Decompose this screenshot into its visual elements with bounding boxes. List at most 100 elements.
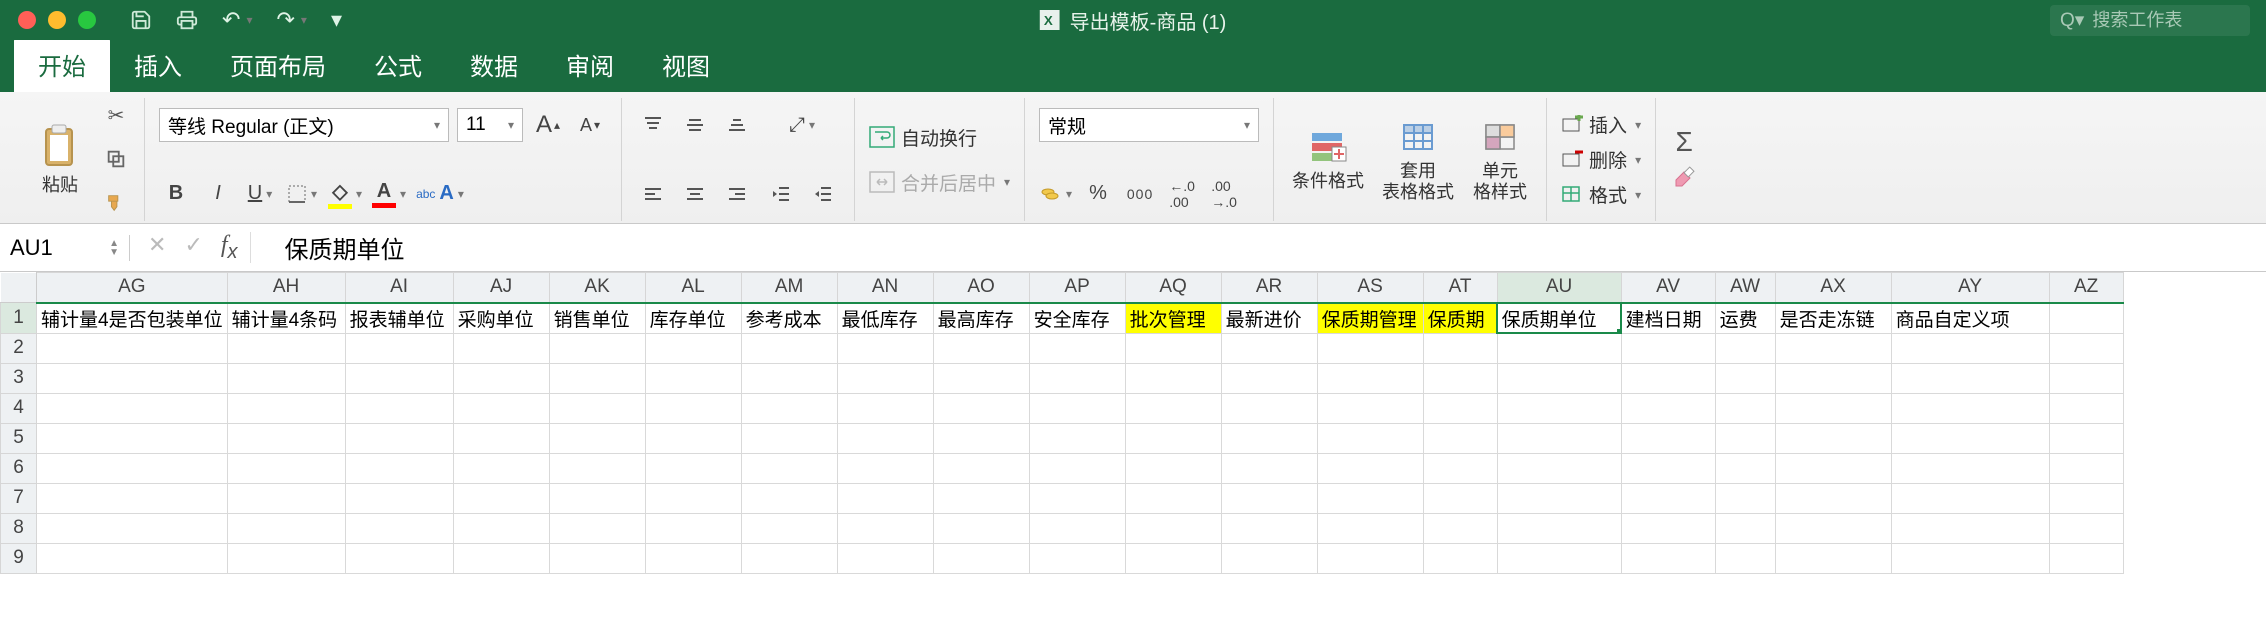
cell-AO3[interactable] <box>933 363 1029 393</box>
cell-AG2[interactable] <box>37 333 228 363</box>
cell-AT2[interactable] <box>1423 333 1497 363</box>
column-header-AX[interactable]: AX <box>1775 273 1891 303</box>
cell-AH3[interactable] <box>227 363 345 393</box>
row-header-7[interactable]: 7 <box>1 483 37 513</box>
cell-AW2[interactable] <box>1715 333 1775 363</box>
border-button[interactable]: ▾ <box>285 177 319 211</box>
column-header-AU[interactable]: AU <box>1497 273 1621 303</box>
print-icon[interactable] <box>176 9 198 31</box>
cell-AZ5[interactable] <box>2049 423 2123 453</box>
cell-AM7[interactable] <box>741 483 837 513</box>
cell-AP4[interactable] <box>1029 393 1125 423</box>
cell-AN3[interactable] <box>837 363 933 393</box>
cell-AH9[interactable] <box>227 543 345 573</box>
cell-AZ8[interactable] <box>2049 513 2123 543</box>
row-header-5[interactable]: 5 <box>1 423 37 453</box>
orientation-button[interactable]: ⤢▾ <box>764 108 840 142</box>
cell-AI8[interactable] <box>345 513 453 543</box>
cell-styles-button[interactable]: 单元 格样式 <box>1468 98 1532 221</box>
sheet-search[interactable]: Q▾ <box>2050 5 2250 36</box>
cell-AJ7[interactable] <box>453 483 549 513</box>
cell-AS8[interactable] <box>1317 513 1423 543</box>
cell-AU1[interactable]: 保质期单位 <box>1497 303 1621 334</box>
column-header-AT[interactable]: AT <box>1423 273 1497 303</box>
cell-AS2[interactable] <box>1317 333 1423 363</box>
cell-AK7[interactable] <box>549 483 645 513</box>
cell-AP1[interactable]: 安全库存 <box>1029 303 1125 334</box>
cell-AT1[interactable]: 保质期 <box>1423 303 1497 334</box>
cell-AJ5[interactable] <box>453 423 549 453</box>
cell-AS5[interactable] <box>1317 423 1423 453</box>
cell-AK8[interactable] <box>549 513 645 543</box>
undo-icon[interactable]: ↶ ▾ <box>222 7 252 33</box>
cell-AR1[interactable]: 最新进价 <box>1221 303 1317 334</box>
qat-customize-icon[interactable]: ▾ <box>331 7 342 33</box>
cell-AP2[interactable] <box>1029 333 1125 363</box>
number-format-select[interactable]: 常规▾ <box>1039 108 1259 142</box>
cell-AR7[interactable] <box>1221 483 1317 513</box>
cell-AQ5[interactable] <box>1125 423 1221 453</box>
cell-AU4[interactable] <box>1497 393 1621 423</box>
cell-AT8[interactable] <box>1423 513 1497 543</box>
column-header-AP[interactable]: AP <box>1029 273 1125 303</box>
cell-AU8[interactable] <box>1497 513 1621 543</box>
column-header-AI[interactable]: AI <box>345 273 453 303</box>
column-header-AM[interactable]: AM <box>741 273 837 303</box>
cell-AN8[interactable] <box>837 513 933 543</box>
cell-AN1[interactable]: 最低库存 <box>837 303 933 334</box>
cell-AW6[interactable] <box>1715 453 1775 483</box>
fx-icon[interactable]: fx <box>221 232 251 264</box>
cell-AX3[interactable] <box>1775 363 1891 393</box>
cell-AK3[interactable] <box>549 363 645 393</box>
cell-AO7[interactable] <box>933 483 1029 513</box>
cell-AY8[interactable] <box>1891 513 2049 543</box>
cell-AW1[interactable]: 运费 <box>1715 303 1775 334</box>
cell-AH2[interactable] <box>227 333 345 363</box>
cell-AQ3[interactable] <box>1125 363 1221 393</box>
delete-cells-button[interactable]: 删除▾ <box>1561 146 1641 173</box>
cell-AL6[interactable] <box>645 453 741 483</box>
cell-AM4[interactable] <box>741 393 837 423</box>
cell-AX1[interactable]: 是否走冻链 <box>1775 303 1891 334</box>
cell-AY3[interactable] <box>1891 363 2049 393</box>
cell-AG5[interactable] <box>37 423 228 453</box>
cell-AV2[interactable] <box>1621 333 1715 363</box>
cell-AS7[interactable] <box>1317 483 1423 513</box>
minimize-window-button[interactable] <box>48 11 66 29</box>
cell-AH1[interactable]: 辅计量4条码 <box>227 303 345 334</box>
cell-AT4[interactable] <box>1423 393 1497 423</box>
cell-AX2[interactable] <box>1775 333 1891 363</box>
formula-input[interactable]: 保质期单位 <box>281 230 405 265</box>
cell-AK6[interactable] <box>549 453 645 483</box>
cell-AG7[interactable] <box>37 483 228 513</box>
align-middle-button[interactable] <box>678 108 712 142</box>
column-header-AN[interactable]: AN <box>837 273 933 303</box>
tab-data[interactable]: 数据 <box>446 37 542 92</box>
select-all-corner[interactable] <box>1 273 37 303</box>
spreadsheet-grid[interactable]: AGAHAIAJAKALAMANAOAPAQARASATAUAVAWAXAYAZ… <box>0 272 2266 574</box>
format-cells-button[interactable]: 格式▾ <box>1561 181 1641 208</box>
cell-AQ9[interactable] <box>1125 543 1221 573</box>
cell-AK9[interactable] <box>549 543 645 573</box>
cell-AL2[interactable] <box>645 333 741 363</box>
cell-AJ3[interactable] <box>453 363 549 393</box>
cell-AV6[interactable] <box>1621 453 1715 483</box>
cell-AO2[interactable] <box>933 333 1029 363</box>
cell-AR5[interactable] <box>1221 423 1317 453</box>
cell-AO4[interactable] <box>933 393 1029 423</box>
bold-button[interactable]: B <box>159 177 193 211</box>
increase-indent-button[interactable] <box>806 177 840 211</box>
cell-AT9[interactable] <box>1423 543 1497 573</box>
tab-formulas[interactable]: 公式 <box>350 37 446 92</box>
cell-AU9[interactable] <box>1497 543 1621 573</box>
increase-decimal-button[interactable]: ←.0.00 <box>1165 177 1199 211</box>
cell-AH6[interactable] <box>227 453 345 483</box>
underline-button[interactable]: U▾ <box>243 177 277 211</box>
cell-AP3[interactable] <box>1029 363 1125 393</box>
cell-AY2[interactable] <box>1891 333 2049 363</box>
cell-AO1[interactable]: 最高库存 <box>933 303 1029 334</box>
cell-AQ7[interactable] <box>1125 483 1221 513</box>
column-header-AV[interactable]: AV <box>1621 273 1715 303</box>
format-painter-icon[interactable] <box>102 190 130 216</box>
cell-AH8[interactable] <box>227 513 345 543</box>
